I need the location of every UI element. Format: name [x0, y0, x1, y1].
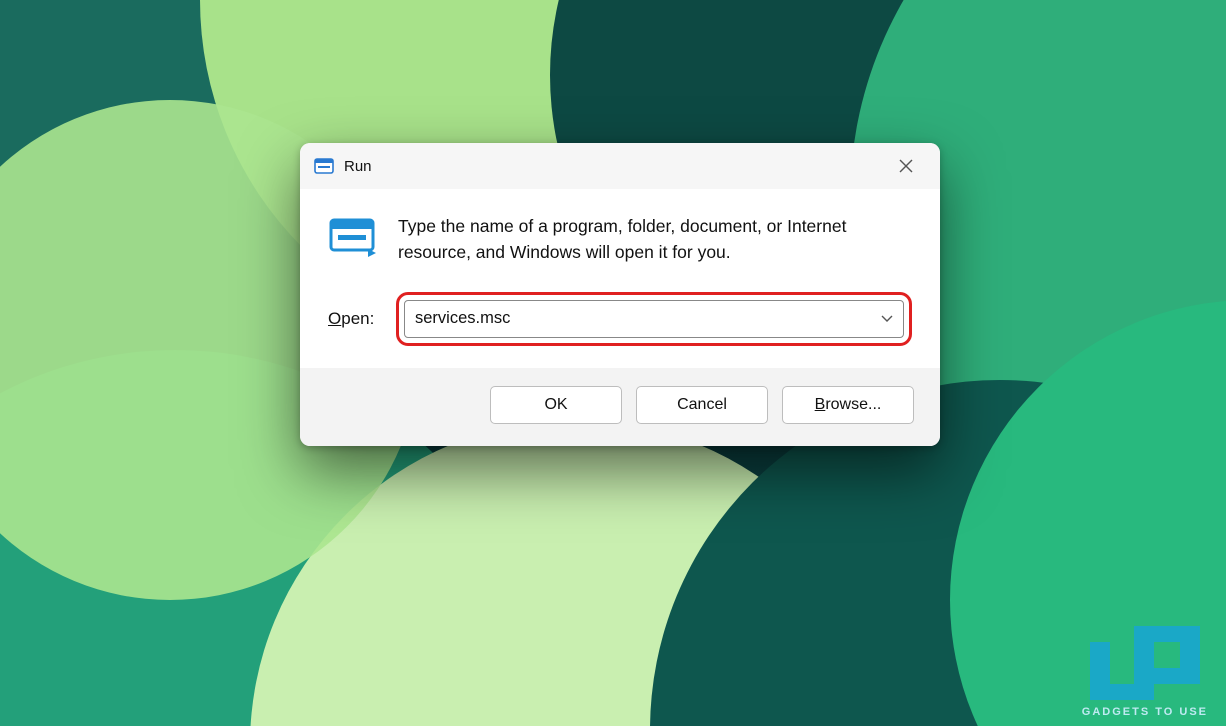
run-dialog: Run Type the name of a program, folder, …	[300, 143, 940, 446]
close-icon	[899, 159, 913, 173]
dialog-description: Type the name of a program, folder, docu…	[398, 213, 912, 266]
dialog-button-row: OK Cancel Browse...	[300, 368, 940, 446]
open-input[interactable]	[415, 309, 869, 328]
dialog-body: Type the name of a program, folder, docu…	[300, 189, 940, 368]
chevron-down-icon	[881, 312, 893, 326]
watermark: GADGETS TO USE	[1082, 626, 1208, 718]
titlebar[interactable]: Run	[300, 143, 940, 189]
cancel-button[interactable]: Cancel	[636, 386, 768, 424]
run-body-icon	[328, 215, 376, 257]
watermark-logo	[1090, 626, 1200, 704]
ok-button[interactable]: OK	[490, 386, 622, 424]
browse-button[interactable]: Browse...	[782, 386, 914, 424]
run-title-icon	[314, 156, 334, 176]
open-combobox[interactable]	[404, 300, 904, 338]
watermark-caption: GADGETS TO USE	[1082, 706, 1208, 718]
close-button[interactable]	[882, 148, 930, 184]
open-label: Open:	[328, 309, 378, 329]
dialog-title: Run	[344, 158, 372, 175]
input-highlight	[396, 292, 912, 346]
